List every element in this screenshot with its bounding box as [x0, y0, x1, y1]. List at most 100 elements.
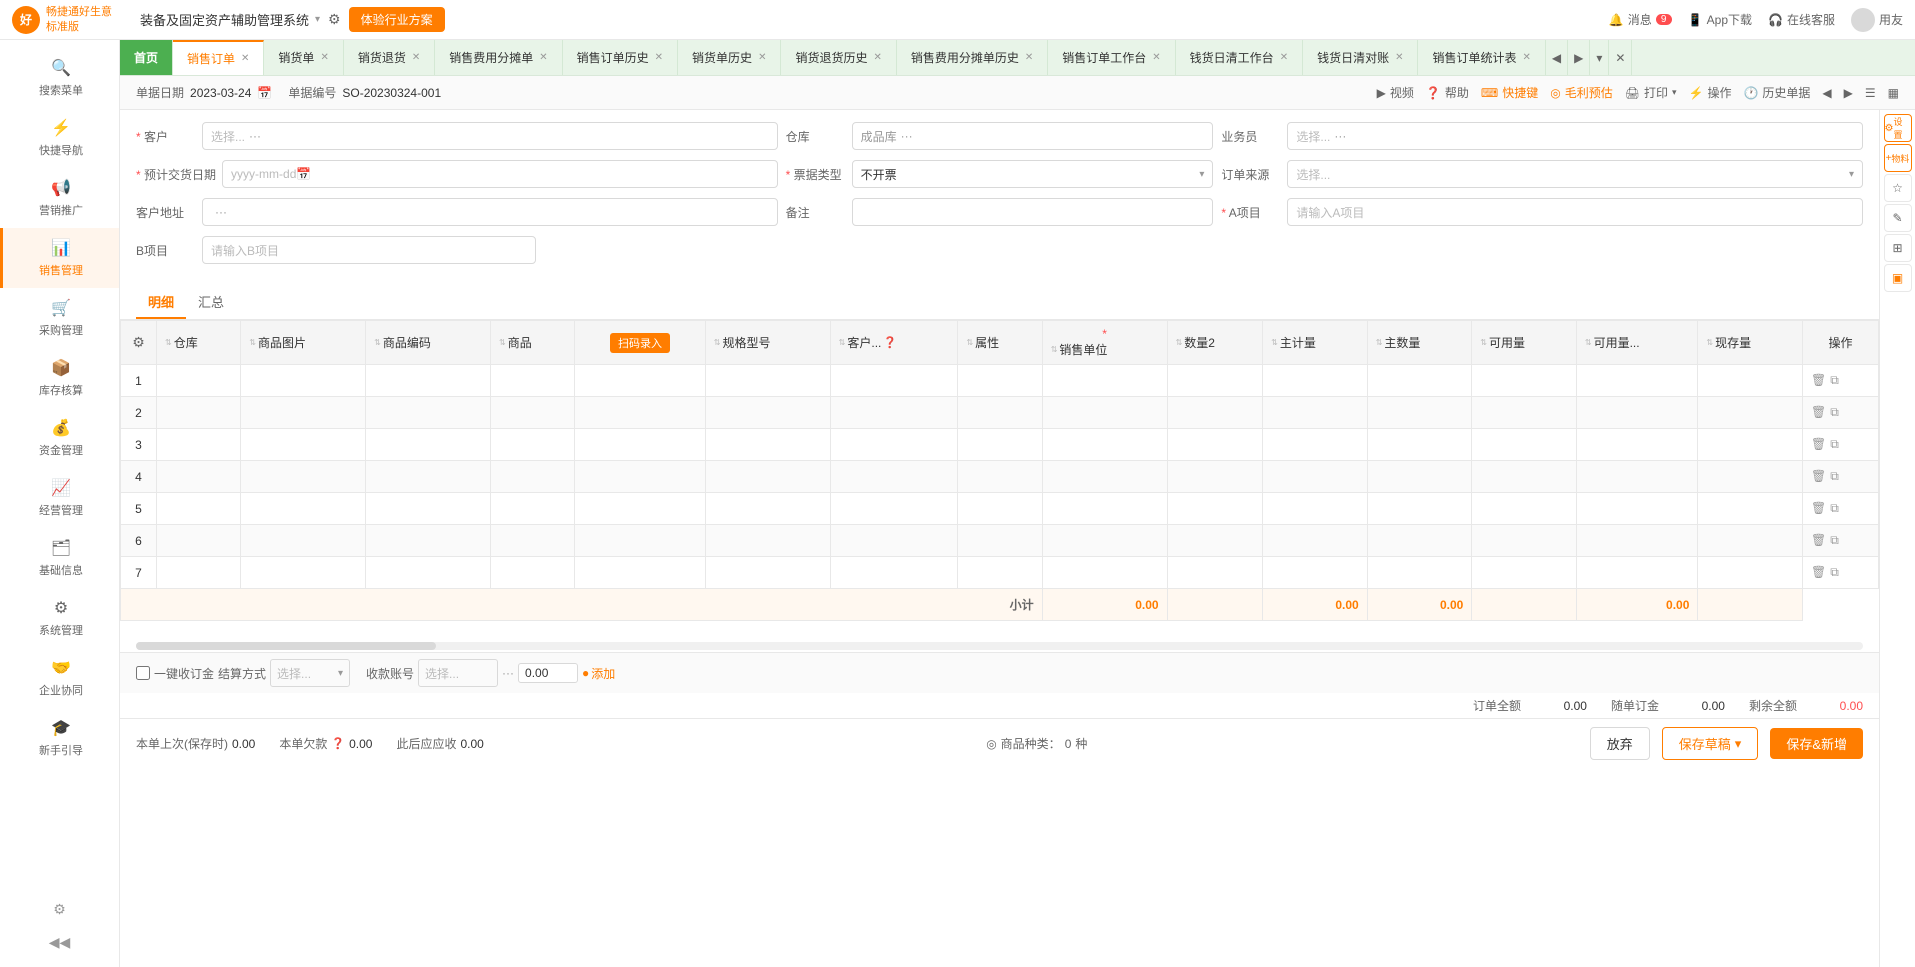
row-prop-2[interactable]	[958, 397, 1042, 429]
sidebar-item-guide[interactable]: 🎓 新手引导	[0, 708, 119, 768]
tab-detail[interactable]: 明细	[136, 286, 186, 319]
app-download-item[interactable]: 📱 App下载	[1688, 11, 1752, 28]
row-qty2-1[interactable]	[1167, 365, 1263, 397]
column-config-icon[interactable]: ⚙	[132, 334, 145, 350]
row-scan-2[interactable]	[575, 397, 705, 429]
row-code-2[interactable]	[366, 397, 491, 429]
sort-icon[interactable]: ⇅	[714, 338, 721, 347]
customer-more-icon[interactable]: ···	[245, 129, 265, 143]
row-product-2[interactable]	[491, 397, 575, 429]
staff-more-icon[interactable]: ···	[1330, 129, 1350, 143]
print-btn[interactable]: 🖨 打印 ▾	[1625, 84, 1677, 101]
tab-close-icon[interactable]: ✕	[1152, 52, 1160, 63]
tab-goods-history[interactable]: 销货单历史 ✕	[678, 40, 781, 76]
sidebar-item-sales[interactable]: 📊 销售管理	[0, 228, 119, 288]
tab-daily-clear[interactable]: 钱货日清工作台 ✕	[1176, 40, 1303, 76]
panel-btn-5[interactable]: ⊞	[1884, 234, 1912, 262]
row-copy-icon[interactable]: ⧉	[1830, 533, 1839, 548]
th-config[interactable]: ⚙	[121, 321, 157, 365]
row-customer-spec-1[interactable]	[830, 365, 958, 397]
user-item[interactable]: 用友	[1851, 8, 1903, 32]
row-mqty-2[interactable]	[1367, 397, 1472, 429]
panel-btn-3[interactable]: ☆	[1884, 174, 1912, 202]
tab-close-icon[interactable]: ✕	[758, 52, 766, 63]
row-image-1[interactable]	[241, 365, 366, 397]
row-qty2-2[interactable]	[1167, 397, 1263, 429]
row-munit-2[interactable]	[1263, 397, 1368, 429]
warehouse-more-icon[interactable]: ···	[897, 129, 917, 143]
tab-close-icon[interactable]: ✕	[412, 52, 420, 63]
row-scan-1[interactable]	[575, 365, 705, 397]
row-product-1[interactable]	[491, 365, 575, 397]
customer-input[interactable]: 选择... ···	[202, 122, 778, 150]
view-toggle-list[interactable]: ☰	[1865, 86, 1876, 100]
row-main-qty-1[interactable]	[1367, 365, 1472, 397]
material-panel-btn[interactable]: + 物料	[1884, 144, 1912, 172]
sort-icon[interactable]: ⇅	[1271, 338, 1278, 347]
tab-workbench[interactable]: 销售订单工作台 ✕	[1048, 40, 1175, 76]
tab-menu-btn[interactable]: ▾	[1590, 40, 1609, 76]
sidebar-item-marketing[interactable]: 📢 营销推广	[0, 168, 119, 228]
row-delete-icon[interactable]: 🗑	[1811, 437, 1826, 452]
row-avail-qty2-1[interactable]	[1576, 365, 1698, 397]
history-btn[interactable]: 🕐 历史单据	[1743, 84, 1810, 101]
one-key-collect-checkbox[interactable]	[136, 666, 150, 680]
sidebar-collapse-icon[interactable]: ◀◀	[41, 926, 79, 959]
tab-statistics[interactable]: 销售订单统计表 ✕	[1418, 40, 1545, 76]
horizontal-scrollbar[interactable]	[136, 642, 1863, 650]
row-copy-icon[interactable]: ⧉	[1830, 437, 1839, 452]
account-more-icon[interactable]: ···	[502, 666, 514, 680]
tab-next-btn[interactable]: ▶	[1568, 40, 1590, 76]
help-btn[interactable]: ❓ 帮助	[1426, 84, 1469, 101]
scrollbar-thumb[interactable]	[136, 642, 436, 650]
row-warehouse-2[interactable]	[157, 397, 241, 429]
pager-next-btn[interactable]: ▶	[1844, 86, 1853, 100]
tab-sales-fee[interactable]: 销售费用分摊单 ✕	[435, 40, 562, 76]
row-warehouse-1[interactable]	[157, 365, 241, 397]
row-spec-2[interactable]	[705, 397, 830, 429]
tab-close-all-btn[interactable]: ✕	[1609, 40, 1632, 76]
row-copy-icon[interactable]: ⧉	[1830, 501, 1839, 516]
row-sales-unit-1[interactable]	[1042, 365, 1167, 397]
sort-icon[interactable]: ⇅	[374, 338, 381, 347]
operation-btn[interactable]: ⚡ 操作	[1688, 84, 1731, 101]
sort-icon[interactable]: ⇅	[1480, 338, 1487, 347]
sort-icon[interactable]: ⇅	[249, 338, 256, 347]
print-dropdown-icon[interactable]: ▾	[1672, 87, 1677, 98]
tab-sales-history[interactable]: 销售订单历史 ✕	[563, 40, 678, 76]
row-spec-1[interactable]	[705, 365, 830, 397]
tab-sales-order[interactable]: 销售订单 ✕	[173, 40, 264, 76]
panel-btn-6[interactable]: ▣	[1884, 264, 1912, 292]
row-delete-icon[interactable]: 🗑	[1811, 533, 1826, 548]
b-project-input[interactable]: 请输入B项目	[202, 236, 536, 264]
sort-icon[interactable]: ⇅	[966, 338, 973, 347]
row-code-1[interactable]	[366, 365, 491, 397]
row-copy-icon[interactable]: ⧉	[1830, 405, 1839, 420]
sort-icon[interactable]: ⇅	[165, 338, 172, 347]
sort-icon[interactable]: ⇅	[1706, 338, 1713, 347]
tab-prev-btn[interactable]: ◀	[1546, 40, 1568, 76]
sidebar-item-operations[interactable]: 📈 经营管理	[0, 468, 119, 528]
row-avail-qty-1[interactable]	[1472, 365, 1577, 397]
row-copy-icon[interactable]: ⧉	[1830, 565, 1839, 580]
scan-input-btn[interactable]: 扫码录入	[610, 333, 670, 353]
view-toggle-card[interactable]: ▦	[1888, 86, 1899, 100]
calendar-icon[interactable]: 📅	[257, 86, 272, 100]
tab-close-icon[interactable]: ✕	[873, 52, 881, 63]
row-unit-2[interactable]	[1042, 397, 1167, 429]
tab-close-icon[interactable]: ✕	[655, 52, 663, 63]
warehouse-input[interactable]: 成品库 ···	[852, 122, 1214, 150]
online-service-item[interactable]: 🎧 在线客服	[1768, 11, 1835, 28]
address-more-icon[interactable]: ···	[211, 205, 231, 219]
debt-help-icon[interactable]: ❓	[331, 737, 345, 750]
sidebar-item-navigation[interactable]: ⚡ 快捷导航	[0, 108, 119, 168]
tab-close-icon[interactable]: ✕	[320, 52, 328, 63]
profit-btn[interactable]: ◎ 毛利预估	[1550, 84, 1613, 101]
save-draft-dropdown-icon[interactable]: ▾	[1735, 736, 1742, 752]
row-delete-icon[interactable]: 🗑	[1811, 373, 1826, 388]
tab-close-icon[interactable]: ✕	[241, 53, 249, 64]
sort-icon[interactable]: ⇅	[499, 338, 506, 347]
row-property-1[interactable]	[958, 365, 1042, 397]
invoice-select[interactable]: 不开票 ▾	[852, 160, 1214, 188]
tab-summary[interactable]: 汇总	[186, 286, 236, 319]
